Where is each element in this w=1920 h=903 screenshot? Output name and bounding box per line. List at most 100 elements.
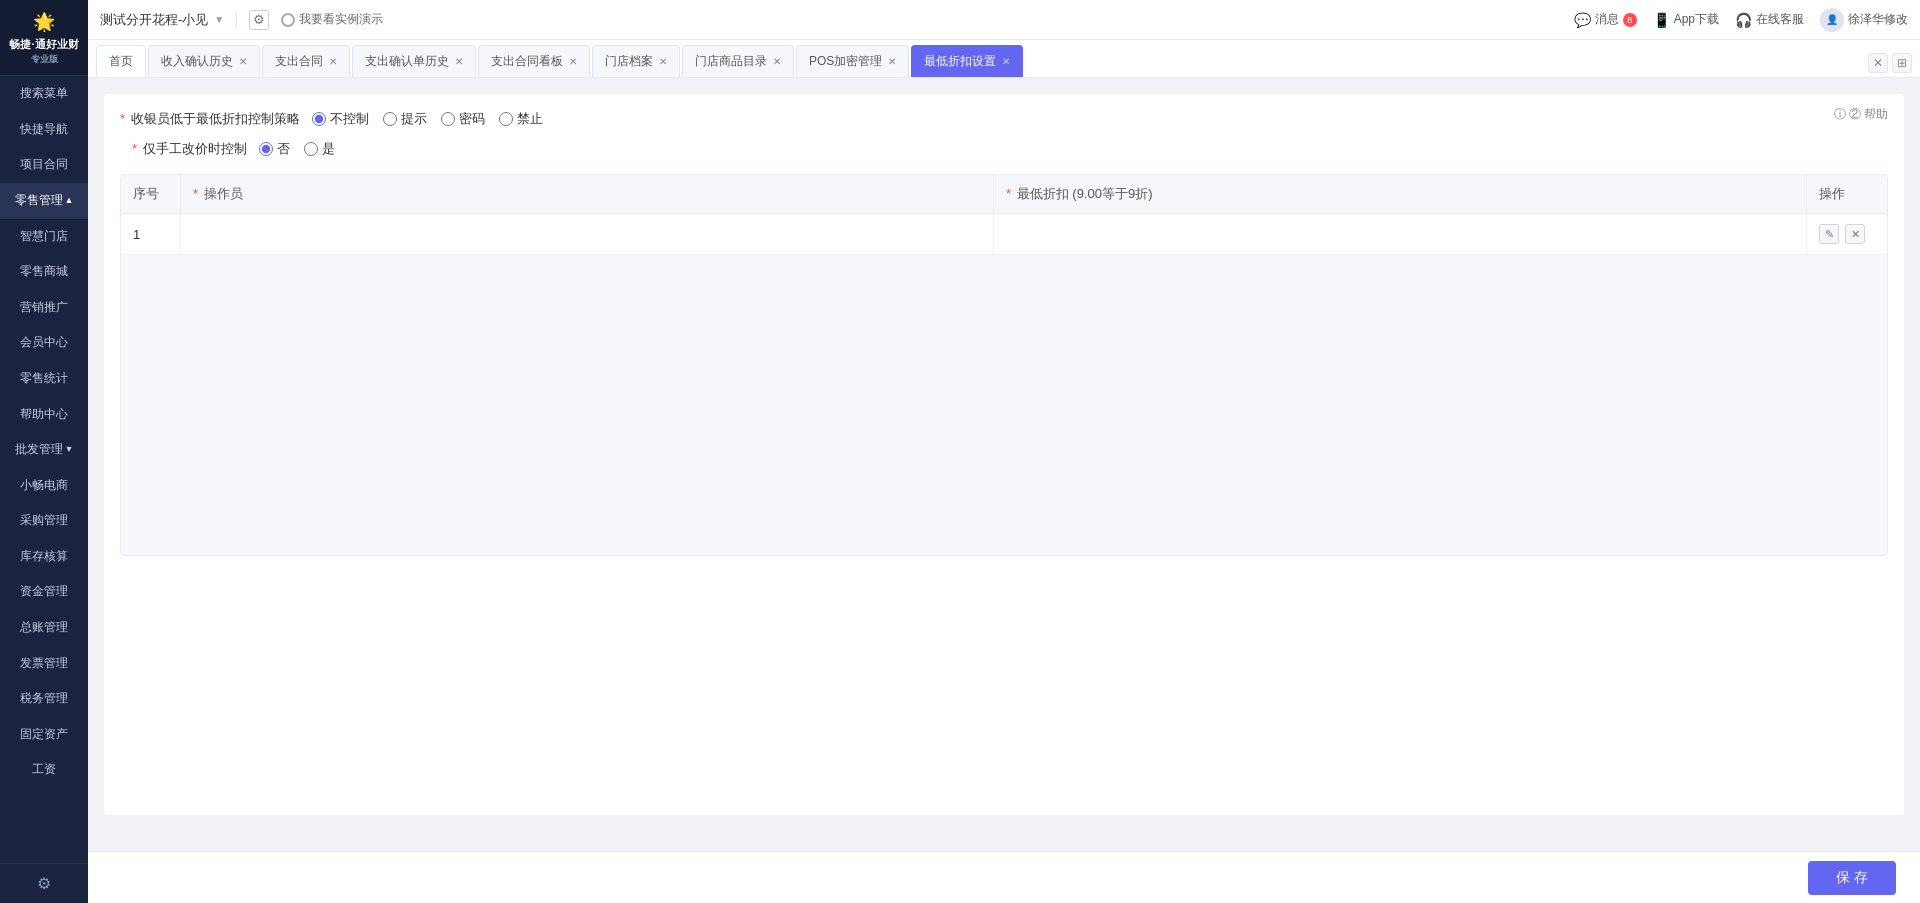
save-button[interactable]: 保 存 [1808,861,1896,895]
td-seq: 1 [121,214,181,254]
demo-link[interactable]: 我要看实例演示 [281,11,383,28]
th-seq: 序号 [121,175,181,213]
content-card: ⓘ ② 帮助 * 收银员低于最低折扣控制策略 不控制 提示 [104,94,1904,815]
page-content: ⓘ ② 帮助 * 收银员低于最低折扣控制策略 不控制 提示 [88,78,1920,851]
field2-label: * 仅手工改价时控制 [132,140,247,158]
help-icon: ⓘ [1834,106,1846,123]
radio-forbid[interactable]: 禁止 [499,110,543,128]
radio-password[interactable]: 密码 [441,110,485,128]
td-discount [994,214,1807,254]
sidebar-item-tax[interactable]: 税务管理 [0,681,88,717]
form-row-2: * 仅手工改价时控制 否 是 [120,140,1888,158]
table-header: 序号 * 操作员 * 最低折扣 (9.00等于9折) 操作 [121,175,1887,214]
demo-circle-icon [281,13,295,27]
radio-none-input[interactable] [312,112,326,126]
sidebar-item-wholesale[interactable]: 批发管理 ▼ [0,432,88,468]
radio-hint-input[interactable] [383,112,397,126]
topbar: 测试分开花程-小见 ▼ ⚙ 我要看实例演示 💬 消息 8 📱 App下载 🎧 [88,0,1920,40]
td-operator [181,214,994,254]
edit-row-button[interactable]: ✎ [1819,224,1839,244]
settings-icon[interactable]: ⚙ [249,10,269,30]
sidebar-item-retail[interactable]: 零售管理 ▲ [0,183,88,219]
tab-close-expense-board[interactable]: ✕ [569,56,577,67]
delete-row-button[interactable]: ✕ [1845,224,1865,244]
tab-pos[interactable]: POS加密管理 ✕ [796,45,909,77]
sidebar-item-smart-store[interactable]: 智慧门店 [0,219,88,255]
tab-income[interactable]: 收入确认历史 ✕ [148,45,260,77]
th-operator: * 操作员 [181,175,994,213]
sidebar-item-help[interactable]: 帮助中心 [0,397,88,433]
project-selector[interactable]: 测试分开花程-小见 ▼ [100,11,224,29]
radio-no[interactable]: 否 [259,140,290,158]
sidebar-item-fund[interactable]: 资金管理 [0,574,88,610]
sidebar-item-member[interactable]: 会员中心 [0,325,88,361]
headset-icon: 🎧 [1735,12,1752,28]
logo-text: 畅捷·通好业财 [5,37,83,52]
app-download-button[interactable]: 📱 App下载 [1653,11,1719,28]
radio-group-1: 不控制 提示 密码 禁止 [312,110,543,128]
tab-expand-button[interactable]: ⊞ [1892,53,1912,73]
help-link[interactable]: ⓘ ② 帮助 [1834,106,1888,123]
sidebar-item-search[interactable]: 搜索菜单 [0,76,88,112]
message-button[interactable]: 💬 消息 8 [1574,11,1637,28]
message-icon: 💬 [1574,12,1591,28]
tab-close-contract-out[interactable]: ✕ [329,56,337,67]
sidebar-item-invoice[interactable]: 发票管理 [0,646,88,682]
radio-yes[interactable]: 是 [304,140,335,158]
sidebar-item-contract[interactable]: 项目合同 [0,147,88,183]
sidebar-item-inventory[interactable]: 库存核算 [0,539,88,575]
radio-none[interactable]: 不控制 [312,110,369,128]
tab-close-store-products[interactable]: ✕ [773,56,781,67]
sidebar-item-assets[interactable]: 固定资产 [0,717,88,753]
form-row-1: * 收银员低于最低折扣控制策略 不控制 提示 密码 [120,110,1888,128]
radio-group-2: 否 是 [259,140,335,158]
radio-forbid-input[interactable] [499,112,513,126]
radio-hint[interactable]: 提示 [383,110,427,128]
tab-contract-out[interactable]: 支出合同 ✕ [262,45,350,77]
td-actions: ✎ ✕ [1807,214,1887,254]
project-name: 测试分开花程-小见 [100,11,208,29]
tab-close-store-files[interactable]: ✕ [659,56,667,67]
sidebar-item-ledger[interactable]: 总账管理 [0,610,88,646]
project-dropdown-arrow: ▼ [214,14,224,25]
tab-store-products[interactable]: 门店商品目录 ✕ [682,45,794,77]
tab-close-all-button[interactable]: ✕ [1868,53,1888,73]
message-badge: 8 [1623,13,1637,27]
logo-sub: 专业版 [5,53,83,66]
th-discount: * 最低折扣 (9.00等于9折) [994,175,1807,213]
tab-discount[interactable]: 最低折扣设置 ✕ [911,45,1023,77]
sidebar-item-quicknav[interactable]: 快捷导航 [0,112,88,148]
sidebar-logo: 🌟 畅捷·通好业财 专业版 [0,0,88,76]
bottom-bar: 保 存 [88,851,1920,903]
tab-store-files[interactable]: 门店档案 ✕ [592,45,680,77]
tab-expense-board[interactable]: 支出合同看板 ✕ [478,45,590,77]
tabs-controls: ✕ ⊞ [1868,53,1912,77]
main-area: 测试分开花程-小见 ▼ ⚙ 我要看实例演示 💬 消息 8 📱 App下载 🎧 [88,0,1920,903]
logo-icon: 🌟 [5,10,83,35]
user-menu[interactable]: 👤 徐泽华修改 [1820,8,1908,32]
sidebar-item-marketing[interactable]: 营销推广 [0,290,88,326]
radio-password-input[interactable] [441,112,455,126]
tab-close-expense-confirm[interactable]: ✕ [455,56,463,67]
sidebar-settings-button[interactable]: ⚙ [0,863,88,903]
field1-label: * 收银员低于最低折扣控制策略 [120,110,300,128]
sidebar-item-ecommerce[interactable]: 小畅电商 [0,468,88,504]
radio-no-input[interactable] [259,142,273,156]
tab-close-income[interactable]: ✕ [239,56,247,67]
table-row: 1 ✎ ✕ [121,214,1887,255]
sidebar-item-salary[interactable]: 工资 [0,752,88,788]
radio-yes-input[interactable] [304,142,318,156]
sidebar: 🌟 畅捷·通好业财 专业版 搜索菜单 快捷导航 项目合同 零售管理 ▲ 智慧门店… [0,0,88,903]
tab-close-discount[interactable]: ✕ [1002,56,1010,67]
th-action: 操作 [1807,175,1887,213]
tab-expense-confirm[interactable]: 支出确认单历史 ✕ [352,45,476,77]
divider [236,12,237,28]
table-empty-area [121,255,1887,555]
sidebar-item-purchase[interactable]: 采购管理 [0,503,88,539]
service-button[interactable]: 🎧 在线客服 [1735,11,1804,28]
sidebar-item-mall[interactable]: 零售商城 [0,254,88,290]
tab-close-pos[interactable]: ✕ [888,56,896,67]
phone-icon: 📱 [1653,12,1670,28]
tab-home[interactable]: 首页 [96,45,146,77]
sidebar-item-stats[interactable]: 零售统计 [0,361,88,397]
